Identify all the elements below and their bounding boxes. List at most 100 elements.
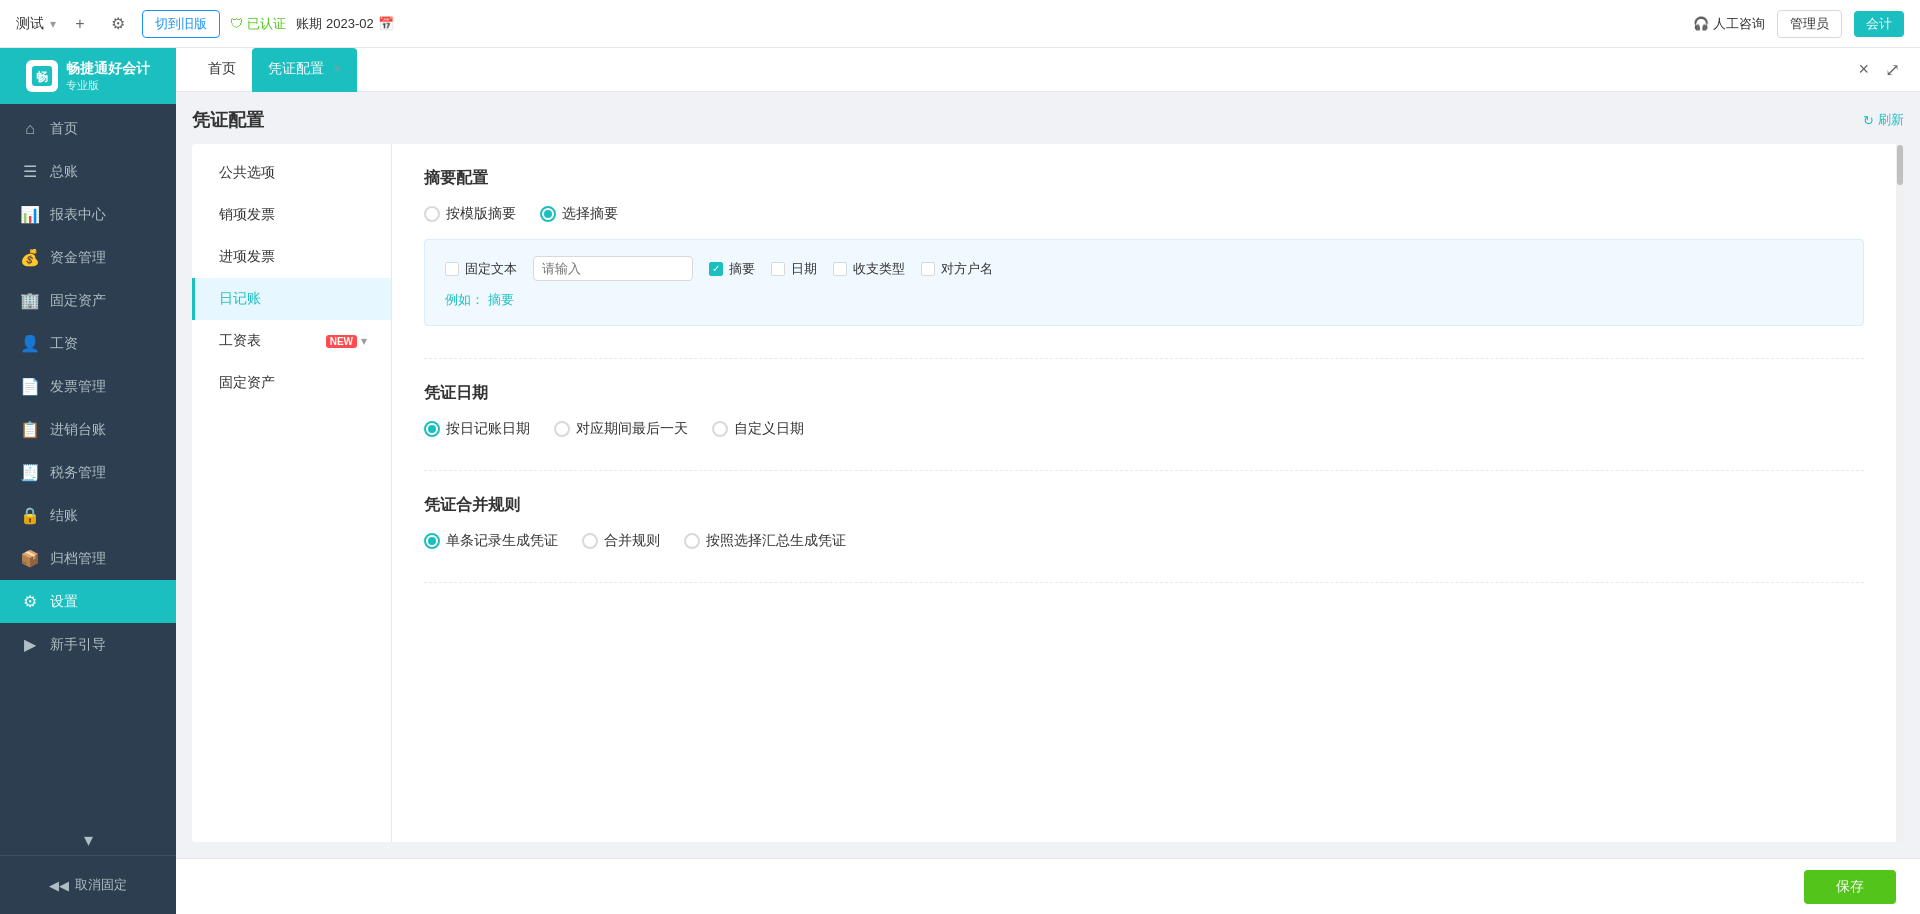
checkbox-date[interactable]: 日期 xyxy=(771,260,817,278)
divider-3 xyxy=(424,582,1864,583)
sidebar-item-label: 结账 xyxy=(50,507,78,525)
summary-options-row: 固定文本 ✓ 摘要 日期 xyxy=(445,256,1843,281)
fullscreen-button[interactable]: ⤢ xyxy=(1881,55,1904,85)
checkbox-date-box xyxy=(771,262,785,276)
example-text: 例如： 摘要 xyxy=(445,291,1843,309)
sidebar-item-guide[interactable]: ▶ 新手引导 xyxy=(0,623,176,666)
checkbox-summary[interactable]: ✓ 摘要 xyxy=(709,260,755,278)
config-nav-fixed-asset[interactable]: 固定资产 xyxy=(192,362,391,404)
sidebar-item-purchase[interactable]: 📋 进销台账 xyxy=(0,408,176,451)
content-area: 首页 凭证配置 × × ⤢ 凭证配置 ↻ 刷新 xyxy=(176,48,1920,914)
radio-summary-generate-icon xyxy=(684,533,700,549)
tab-voucher-config[interactable]: 凭证配置 × xyxy=(252,48,357,92)
sidebar-scroll-down[interactable]: ▾ xyxy=(0,825,176,855)
payroll-chevron-icon: ▾ xyxy=(361,334,367,348)
sidebar-item-fund[interactable]: 💰 资金管理 xyxy=(0,236,176,279)
config-nav-public[interactable]: 公共选项 xyxy=(192,152,391,194)
consult-button[interactable]: 🎧 人工咨询 xyxy=(1693,15,1765,33)
project-selector[interactable]: 测试 ▾ xyxy=(16,15,56,33)
add-icon[interactable]: + xyxy=(66,10,94,38)
summary-options-box: 固定文本 ✓ 摘要 日期 xyxy=(424,239,1864,326)
checkbox-counterpart[interactable]: 对方户名 xyxy=(921,260,993,278)
pin-button[interactable]: ◀◀ 取消固定 xyxy=(0,866,176,904)
asset-icon: 🏢 xyxy=(20,291,40,310)
sidebar-item-salary[interactable]: 👤 工资 xyxy=(0,322,176,365)
divider-2 xyxy=(424,470,1864,471)
config-nav-journal[interactable]: 日记账 xyxy=(192,278,391,320)
sidebar-item-label: 设置 xyxy=(50,593,78,611)
project-name: 测试 xyxy=(16,15,44,33)
switch-old-version-button[interactable]: 切到旧版 xyxy=(142,10,220,38)
sidebar-item-ledger[interactable]: ☰ 总账 xyxy=(0,150,176,193)
purchase-icon: 📋 xyxy=(20,420,40,439)
radio-template-icon xyxy=(424,206,440,222)
radio-template-summary[interactable]: 按模版摘要 xyxy=(424,205,516,223)
scrollbar-track[interactable] xyxy=(1896,144,1904,842)
fund-icon: 💰 xyxy=(20,248,40,267)
tab-close-icon[interactable]: × xyxy=(334,62,341,76)
config-layout: 公共选项 销项发票 进项发票 日记账 工资表 xyxy=(192,144,1904,842)
settings-nav-icon: ⚙ xyxy=(20,592,40,611)
sidebar-item-home[interactable]: ⌂ 首页 xyxy=(0,108,176,150)
checkbox-income-type[interactable]: 收支类型 xyxy=(833,260,905,278)
accountant-button[interactable]: 会计 xyxy=(1854,11,1904,37)
radio-summary-generate[interactable]: 按照选择汇总生成凭证 xyxy=(684,532,846,550)
scrollbar-thumb[interactable] xyxy=(1897,145,1903,185)
radio-journal-date[interactable]: 按日记账日期 xyxy=(424,420,530,438)
radio-journal-date-icon xyxy=(424,421,440,437)
tab-home[interactable]: 首页 xyxy=(192,48,252,92)
voucher-merge-title: 凭证合并规则 xyxy=(424,495,1864,516)
new-badge: NEW xyxy=(326,335,357,348)
save-button[interactable]: 保存 xyxy=(1804,870,1896,904)
calendar-icon[interactable]: 📅 xyxy=(378,16,394,31)
sidebar-item-invoice[interactable]: 📄 发票管理 xyxy=(0,365,176,408)
page-title: 凭证配置 xyxy=(192,108,264,132)
config-nav-sales[interactable]: 销项发票 xyxy=(192,194,391,236)
voucher-date-radio-group: 按日记账日期 对应期间最后一天 自定义日期 xyxy=(424,420,1864,438)
sidebar-item-label: 新手引导 xyxy=(50,636,106,654)
sidebar-item-archive[interactable]: 📦 归档管理 xyxy=(0,537,176,580)
tabs-bar: 首页 凭证配置 × × ⤢ xyxy=(176,48,1920,92)
checkbox-fixed-text[interactable]: 固定文本 xyxy=(445,260,517,278)
radio-select-summary[interactable]: 选择摘要 xyxy=(540,205,618,223)
radio-period-last[interactable]: 对应期间最后一天 xyxy=(554,420,688,438)
radio-custom-date[interactable]: 自定义日期 xyxy=(712,420,804,438)
bottom-bar: 保存 xyxy=(176,858,1920,914)
role-button[interactable]: 管理员 xyxy=(1777,10,1842,38)
config-nav-purchase[interactable]: 进项发票 xyxy=(192,236,391,278)
topbar-right: 🎧 人工咨询 管理员 会计 xyxy=(1693,10,1904,38)
topbar: 测试 ▾ + ⚙ 切到旧版 🛡 已认证 账期 2023-02 📅 🎧 人工咨询 … xyxy=(0,0,1920,48)
sidebar-item-label: 工资 xyxy=(50,335,78,353)
home-icon: ⌂ xyxy=(20,120,40,138)
sidebar-item-label: 进销台账 xyxy=(50,421,106,439)
sidebar-item-label: 固定资产 xyxy=(50,292,106,310)
sidebar-item-close[interactable]: 🔒 结账 xyxy=(0,494,176,537)
radio-single-record[interactable]: 单条记录生成凭证 xyxy=(424,532,558,550)
divider-1 xyxy=(424,358,1864,359)
period-display: 账期 2023-02 📅 xyxy=(296,15,394,33)
project-chevron-icon: ▾ xyxy=(50,17,56,31)
radio-custom-date-icon xyxy=(712,421,728,437)
refresh-button[interactable]: ↻ 刷新 xyxy=(1863,111,1904,129)
config-content: 摘要配置 按模版摘要 选择摘要 xyxy=(392,144,1896,842)
sidebar-item-tax[interactable]: 🧾 税务管理 xyxy=(0,451,176,494)
sidebar-item-asset[interactable]: 🏢 固定资产 xyxy=(0,279,176,322)
close-tab-button[interactable]: × xyxy=(1854,55,1873,84)
sidebar-item-report[interactable]: 📊 报表中心 xyxy=(0,193,176,236)
fixed-text-input[interactable] xyxy=(533,256,693,281)
settings-icon[interactable]: ⚙ xyxy=(104,10,132,38)
radio-merge-rule[interactable]: 合并规则 xyxy=(582,532,660,550)
voucher-date-section: 凭证日期 按日记账日期 对应期间最后一天 xyxy=(424,383,1864,438)
ledger-icon: ☰ xyxy=(20,162,40,181)
logo-icon: 畅 xyxy=(26,60,58,92)
sidebar-logo[interactable]: 畅 畅捷通好会计 专业版 xyxy=(0,48,176,104)
voucher-merge-radio-group: 单条记录生成凭证 合并规则 按照选择汇总生成凭证 xyxy=(424,532,1864,550)
checkbox-counterpart-box xyxy=(921,262,935,276)
report-icon: 📊 xyxy=(20,205,40,224)
voucher-merge-section: 凭证合并规则 单条记录生成凭证 合并规则 xyxy=(424,495,1864,550)
checkbox-income-type-box xyxy=(833,262,847,276)
config-nav-payroll[interactable]: 工资表 NEW ▾ xyxy=(192,320,391,362)
sidebar-item-settings[interactable]: ⚙ 设置 xyxy=(0,580,176,623)
sidebar: 畅 畅捷通好会计 专业版 ⌂ 首页 ☰ 总账 📊 报表中心 💰 资金管理 xyxy=(0,48,176,914)
page-content: 凭证配置 ↻ 刷新 公共选项 销项发票 进项发票 xyxy=(176,92,1920,858)
